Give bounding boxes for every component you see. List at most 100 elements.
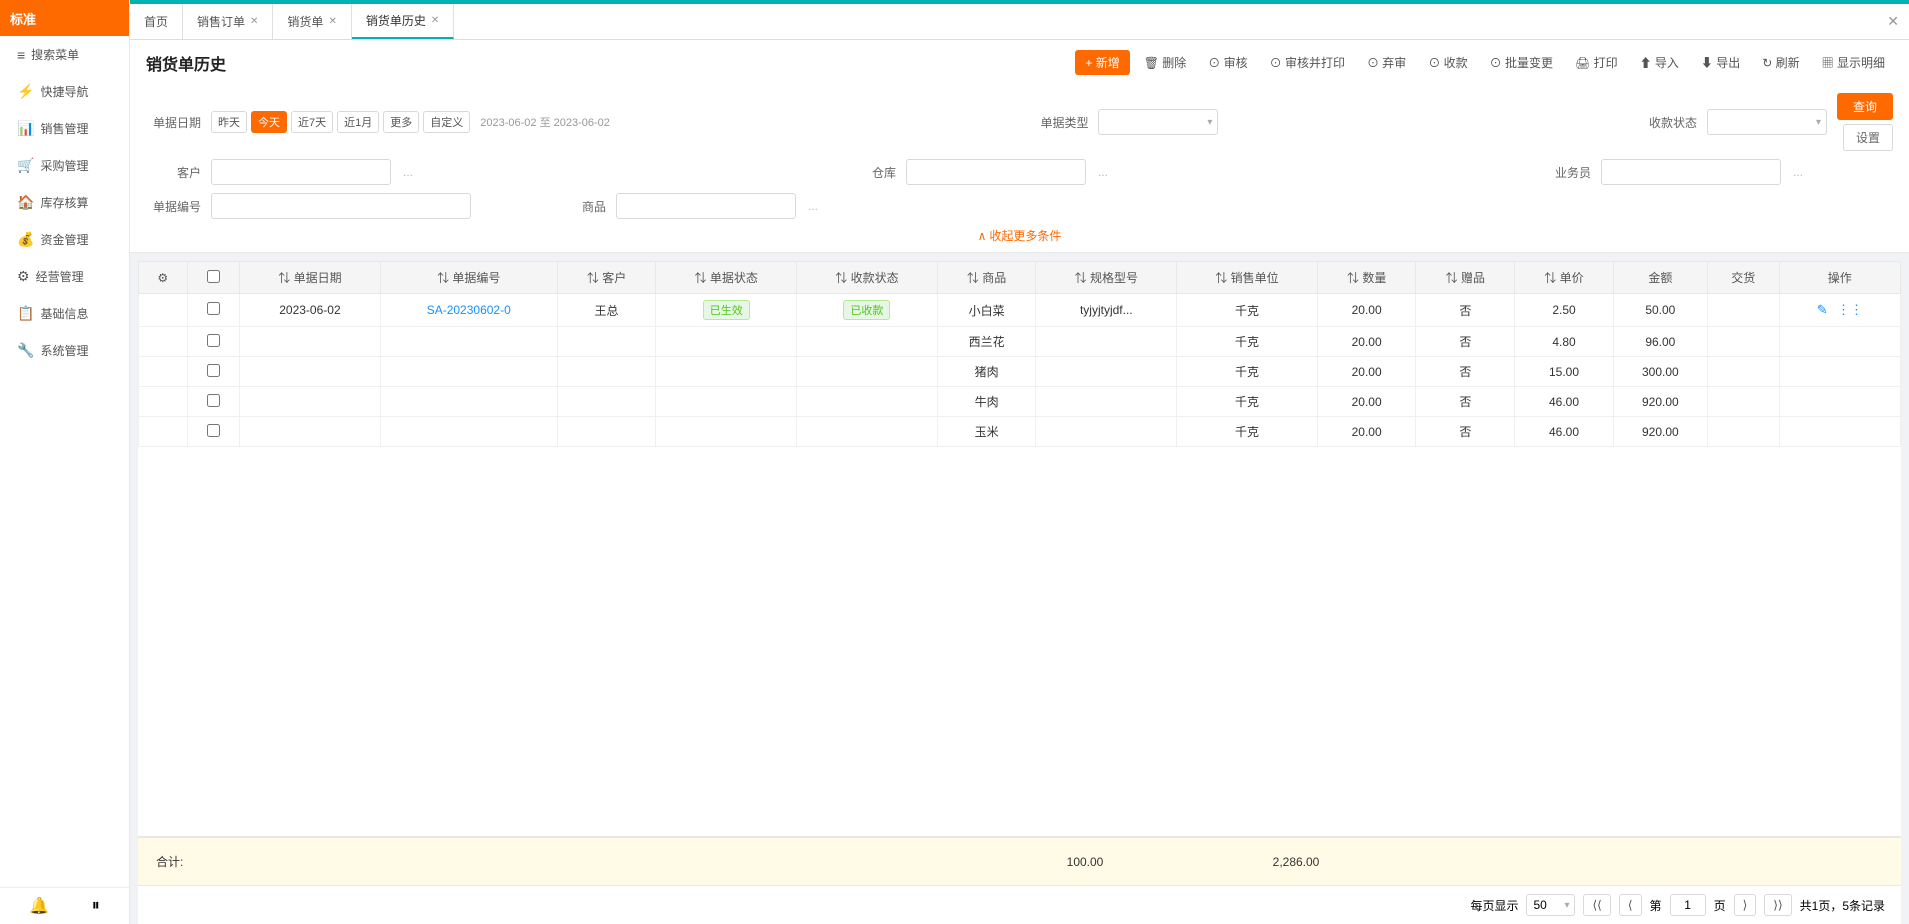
td-checkbox[interactable] [187, 417, 240, 447]
doc-type-select[interactable] [1098, 109, 1218, 135]
th-customer-sort: ⇅ [587, 271, 599, 285]
td-spec: tyjyjtyjdf... [1036, 294, 1177, 327]
th-settings[interactable]: ⚙ [139, 262, 188, 294]
th-checkbox[interactable] [187, 262, 240, 294]
print-button[interactable]: 🖨 打印 [1567, 50, 1626, 75]
tab-sales-order[interactable]: 销售订单 ✕ [183, 4, 273, 39]
sidebar-item-quick-nav[interactable]: ⚡ 快捷导航 [0, 73, 129, 110]
th-trade-label: 交货 [1731, 271, 1755, 285]
sidebar-item-search-menu[interactable]: ≡ 搜索菜单 [0, 36, 129, 73]
tab-sales-history-close[interactable]: ✕ [431, 15, 439, 26]
tab-sales-history[interactable]: 销货单历史 ✕ [352, 4, 454, 39]
next-page-btn[interactable]: ⟩ [1734, 894, 1757, 916]
customer-input[interactable] [211, 159, 391, 185]
row-checkbox[interactable] [207, 394, 220, 407]
set-button[interactable]: 设置 [1843, 124, 1893, 151]
import-button[interactable]: ⬆ 导入 [1632, 50, 1687, 75]
th-doc-status[interactable]: ⇅ 单据状态 [656, 262, 797, 294]
salesman-input[interactable] [1601, 159, 1781, 185]
doc-no-input[interactable] [211, 193, 471, 219]
first-page-btn[interactable]: ⟨⟨ [1583, 894, 1610, 916]
summary-date-col [354, 848, 444, 875]
abandon-button[interactable]: ⊙ 弃审 [1359, 50, 1414, 75]
edit-btn[interactable]: ✎ [1814, 302, 1831, 317]
last-page-btn[interactable]: ⟩⟩ [1764, 894, 1791, 916]
tab-sales-delivery[interactable]: 销货单 ✕ [273, 4, 351, 39]
sidebar-item-system-mgmt[interactable]: 🔧 系统管理 [0, 332, 129, 369]
doc-no-link[interactable]: SA-20230602-0 [427, 303, 511, 317]
row-checkbox[interactable] [207, 334, 220, 347]
th-quantity[interactable]: ⇅ 数量 [1317, 262, 1416, 294]
prev-page-btn[interactable]: ⟨ [1619, 894, 1642, 916]
th-doc-date[interactable]: ⇅ 单据日期 [240, 262, 381, 294]
per-page-select[interactable]: 10 20 50 100 [1526, 894, 1575, 916]
pay-status-select[interactable] [1707, 109, 1827, 135]
td-pay-status [797, 327, 938, 357]
customer-dots[interactable]: ... [403, 165, 413, 179]
th-spec[interactable]: ⇅ 规格型号 [1036, 262, 1177, 294]
sidebar-item-capital-mgmt[interactable]: 💰 资金管理 [0, 221, 129, 258]
th-amount[interactable]: 金额 [1613, 262, 1707, 294]
pause-icon[interactable]: ⏸ [92, 897, 100, 915]
td-checkbox[interactable] [187, 327, 240, 357]
th-doc-no[interactable]: ⇅ 单据编号 [380, 262, 557, 294]
sidebar-item-purchase-mgmt[interactable]: 🛒 采购管理 [0, 147, 129, 184]
page-number-input[interactable] [1670, 894, 1706, 916]
date-btn-today[interactable]: 今天 [251, 111, 287, 133]
select-all-checkbox[interactable] [207, 270, 220, 283]
tab-home[interactable]: 首页 [130, 4, 183, 39]
table-container[interactable]: ⚙ ⇅ 单据日期 ⇅ 单据编号 ⇅ [138, 261, 1901, 836]
salesman-dots[interactable]: ... [1793, 165, 1803, 179]
audit-print-button[interactable]: ⊙ 审核并打印 [1262, 50, 1353, 75]
date-btn-custom[interactable]: 自定义 [423, 111, 470, 133]
more-btn[interactable]: ⋮⋮ [1834, 302, 1866, 317]
th-goods[interactable]: ⇅ 商品 [937, 262, 1036, 294]
tab-sales-order-close[interactable]: ✕ [250, 16, 258, 27]
sidebar-item-inventory[interactable]: 🏠 库存核算 [0, 184, 129, 221]
sidebar-item-base-info[interactable]: 📋 基础信息 [0, 295, 129, 332]
goods-dots[interactable]: ... [808, 199, 818, 213]
delete-button[interactable]: 🗑 删除 [1136, 50, 1195, 75]
tab-close-all[interactable]: ✕ [1877, 13, 1909, 30]
sidebar-item-operation-mgmt[interactable]: ⚙ 经营管理 [0, 258, 129, 295]
td-checkbox[interactable] [187, 357, 240, 387]
goods-input[interactable] [616, 193, 796, 219]
date-btn-yesterday[interactable]: 昨天 [211, 111, 247, 133]
audit-button[interactable]: ⊙ 审核 [1200, 50, 1255, 75]
search-menu-icon: ≡ [17, 47, 25, 63]
data-table: ⚙ ⇅ 单据日期 ⇅ 单据编号 ⇅ [138, 261, 1901, 447]
td-checkbox[interactable] [187, 387, 240, 417]
refresh-button[interactable]: ↻ 刷新 [1754, 50, 1807, 75]
th-gift[interactable]: ⇅ 赠品 [1416, 262, 1515, 294]
show-detail-button[interactable]: ▦ 显示明细 [1814, 50, 1893, 75]
th-unit[interactable]: ⇅ 销售单位 [1177, 262, 1318, 294]
total-info: 共1页，5条记录 [1800, 897, 1885, 914]
th-trade[interactable]: 交货 [1707, 262, 1779, 294]
collect-button[interactable]: ⊙ 收款 [1420, 50, 1475, 75]
warehouse-input[interactable] [906, 159, 1086, 185]
td-checkbox[interactable] [187, 294, 240, 327]
collapse-btn[interactable]: ∧ 收起更多条件 [146, 227, 1893, 244]
th-unit-price[interactable]: ⇅ 单价 [1515, 262, 1614, 294]
row-checkbox[interactable] [207, 364, 220, 377]
td-goods: 牛肉 [937, 387, 1036, 417]
row-checkbox[interactable] [207, 424, 220, 437]
date-btn-7days[interactable]: 近7天 [291, 111, 333, 133]
warehouse-dots[interactable]: ... [1098, 165, 1108, 179]
new-button[interactable]: + 新增 [1075, 50, 1129, 75]
row-checkbox[interactable] [207, 302, 220, 315]
export-button[interactable]: ⬇ 导出 [1693, 50, 1748, 75]
notification-icon[interactable]: 🔔 [29, 896, 49, 916]
th-customer[interactable]: ⇅ 客户 [557, 262, 656, 294]
date-btn-more[interactable]: 更多 [383, 111, 419, 133]
date-btn-1month[interactable]: 近1月 [337, 111, 379, 133]
batch-change-button[interactable]: ⊙ 批量变更 [1482, 50, 1561, 75]
tab-sales-delivery-close[interactable]: ✕ [328, 16, 336, 27]
td-unit: 千克 [1177, 417, 1318, 447]
query-button[interactable]: 查询 [1837, 93, 1893, 120]
th-gift-label: 赠品 [1461, 271, 1485, 285]
tab-home-label: 首页 [144, 13, 168, 30]
sidebar-item-sales-mgmt[interactable]: 📊 销售管理 [0, 110, 129, 147]
th-pay-status[interactable]: ⇅ 收款状态 [797, 262, 938, 294]
th-spec-label: 规格型号 [1090, 271, 1138, 285]
